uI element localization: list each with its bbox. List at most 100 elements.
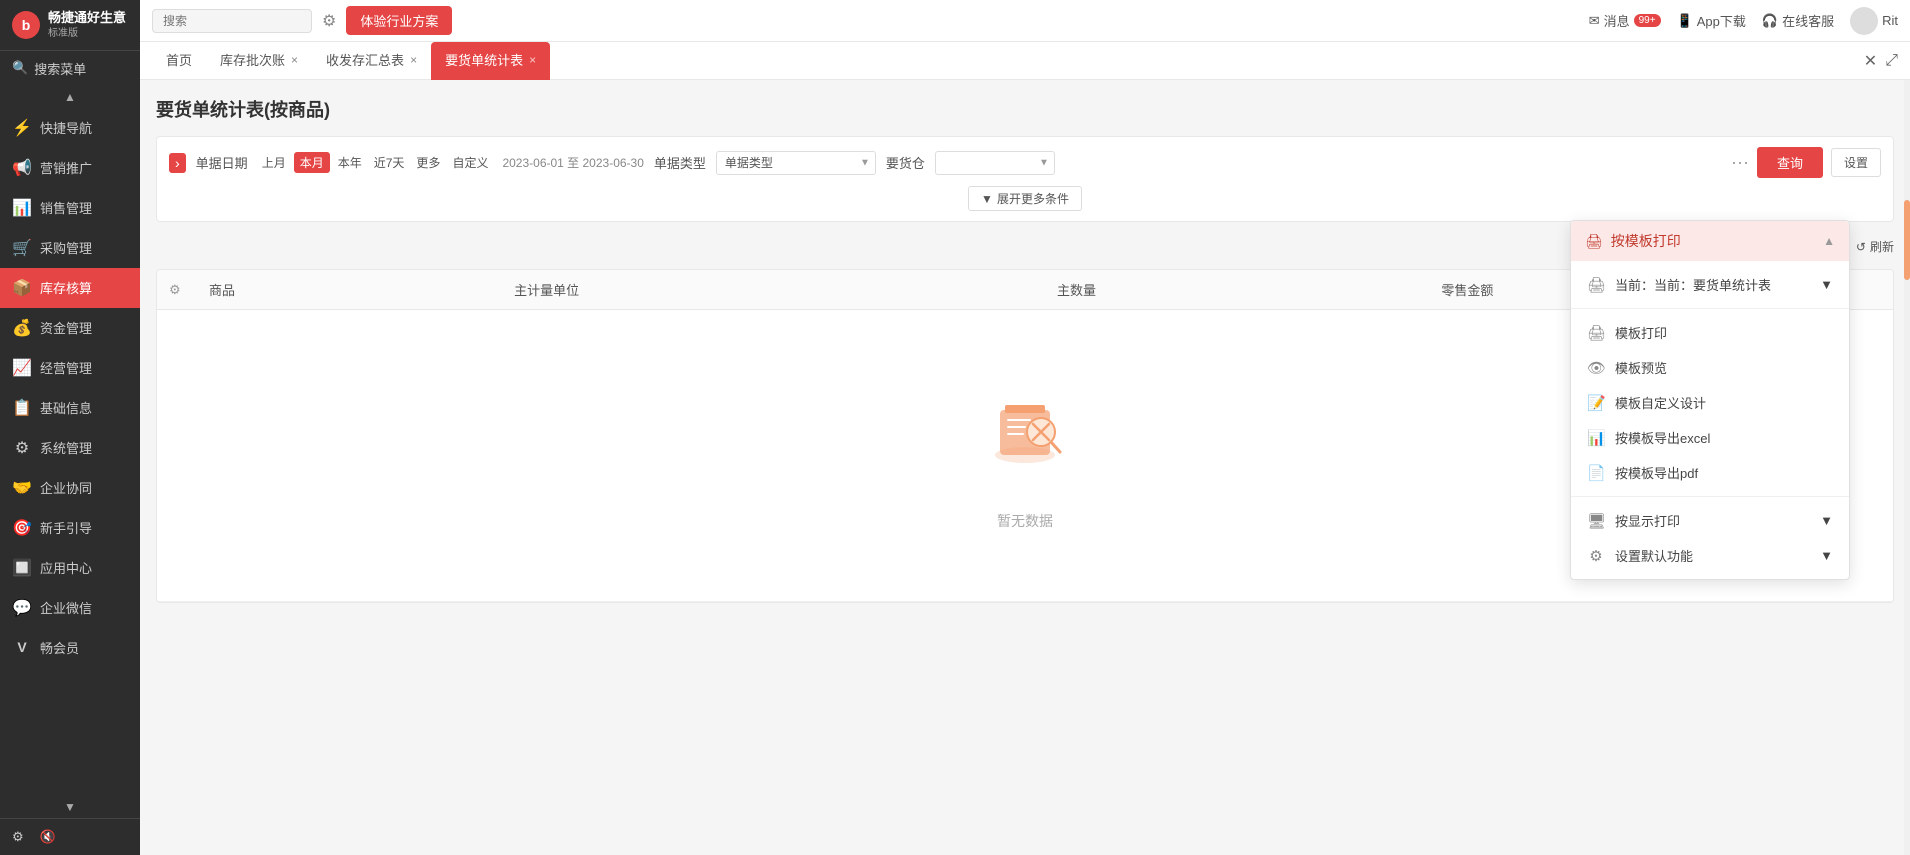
sidebar-bottom: ⚙ 🔇 xyxy=(0,818,140,855)
main-area: ⚙ 体验行业方案 ✉ 消息 99+ 📱 App下载 🎧 在线客服 Rit xyxy=(140,0,1910,855)
tab-receipt-summary-close[interactable]: × xyxy=(410,53,417,67)
page-title: 要货单统计表(按商品) xyxy=(156,96,1894,122)
set-default-label: 设置默认功能 xyxy=(1615,546,1693,565)
sidebar-item-operations[interactable]: 📈 经营管理 xyxy=(0,348,140,388)
purchase-icon: 🛒 xyxy=(12,238,32,258)
print-dropdown-icon: 🖨 xyxy=(1585,233,1603,250)
yh-select[interactable] xyxy=(935,151,1055,175)
scroll-up-btn[interactable]: ▲ xyxy=(0,86,140,108)
table-gear-icon[interactable]: ⚙ xyxy=(169,282,181,297)
tab-home[interactable]: 首页 xyxy=(152,42,206,80)
template-preview-icon: 👁 xyxy=(1587,359,1605,377)
sidebar-item-finance[interactable]: 💰 资金管理 xyxy=(0,308,140,348)
dropdown-template-print[interactable]: 🖨 模板打印 xyxy=(1571,315,1849,350)
expand-row: ▼ 展开更多条件 xyxy=(169,186,1881,211)
enterprise-wechat-icon: 💬 xyxy=(12,598,32,618)
sidebar-item-app-center[interactable]: 🔲 应用中心 xyxy=(0,548,140,588)
sidebar-item-sales[interactable]: 📊 销售管理 xyxy=(0,188,140,228)
app-download-btn[interactable]: 📱 App下载 xyxy=(1677,11,1746,30)
message-badge: 99+ xyxy=(1634,14,1661,27)
sidebar-item-quick-nav[interactable]: ⚡ 快捷导航 xyxy=(0,108,140,148)
search-menu[interactable]: 🔍 搜索菜单 xyxy=(0,51,140,86)
dropdown-export-pdf[interactable]: 📄 按模板导出pdf xyxy=(1571,455,1849,490)
tab-close-all-btn[interactable]: ✕ xyxy=(1864,51,1877,71)
date-btn-last-month[interactable]: 上月 xyxy=(258,152,290,173)
current-template-icon: 🖨 xyxy=(1587,276,1605,294)
display-print-arrow: ▼ xyxy=(1820,513,1833,528)
sidebar-item-system[interactable]: ⚙ 系统管理 xyxy=(0,428,140,468)
customer-service-icon: 🎧 xyxy=(1762,13,1778,29)
tabs-bar: 首页 库存批次账 × 收发存汇总表 × 要货单统计表 × ✕ ⤢ xyxy=(140,42,1910,80)
query-button[interactable]: 查询 xyxy=(1757,147,1823,178)
expand-more-icon: ▼ xyxy=(981,192,993,206)
order-type-select[interactable]: 单据类型 全部 要货单 xyxy=(716,151,876,175)
sidebar-item-label: 基础信息 xyxy=(40,398,92,417)
sidebar-item-purchase[interactable]: 🛒 采购管理 xyxy=(0,228,140,268)
expand-more-btn[interactable]: ▼ 展开更多条件 xyxy=(968,186,1082,211)
tab-inventory-batch-close[interactable]: × xyxy=(291,53,298,67)
col-product: 商品 xyxy=(197,270,502,310)
dropdown-template-preview[interactable]: 👁 模板预览 xyxy=(1571,350,1849,385)
settings-icon[interactable]: ⚙ xyxy=(12,829,24,845)
sidebar-item-marketing[interactable]: 📢 营销推广 xyxy=(0,148,140,188)
sidebar-item-basic-info[interactable]: 📋 基础信息 xyxy=(0,388,140,428)
sidebar-item-label: 新手引导 xyxy=(40,518,92,537)
page-content: 要货单统计表(按商品) › 单据日期 上月 本月 本年 近7天 更多 自定义 2… xyxy=(140,80,1910,855)
filter-arrow-icon[interactable]: › xyxy=(169,153,186,173)
refresh-btn[interactable]: ↺ 刷新 xyxy=(1856,238,1894,255)
date-btn-this-year[interactable]: 本年 xyxy=(334,152,366,173)
tab-order-stats-close[interactable]: × xyxy=(529,53,536,67)
app-logo-text: 畅捷通好生意 标准版 xyxy=(48,10,126,40)
date-btn-custom[interactable]: 自定义 xyxy=(448,152,492,173)
set-default-icon: ⚙ xyxy=(1587,547,1605,565)
scroll-down-btn[interactable]: ▼ xyxy=(0,796,140,818)
export-pdf-label: 按模板导出pdf xyxy=(1615,463,1698,482)
filter-row: › 单据日期 上月 本月 本年 近7天 更多 自定义 2023-06-01 至 … xyxy=(169,147,1881,178)
date-btn-more[interactable]: 更多 xyxy=(412,152,444,173)
topbar-gear-icon[interactable]: ⚙ xyxy=(322,11,336,31)
sidebar-item-label: 采购管理 xyxy=(40,238,92,257)
topbar-search-input[interactable] xyxy=(152,9,312,33)
filter-expand-toggle[interactable]: › xyxy=(169,153,186,173)
scroll-up-arrow[interactable]: ▲ xyxy=(64,90,76,104)
settings-button[interactable]: 设置 xyxy=(1831,148,1881,177)
tab-expand-btn[interactable]: ⤢ xyxy=(1885,52,1898,70)
trial-button[interactable]: 体验行业方案 xyxy=(346,6,452,35)
user-avatar-area[interactable]: Rit xyxy=(1850,7,1898,35)
yh-select-wrap xyxy=(935,151,1055,175)
app-logo-icon: b xyxy=(12,11,40,39)
tab-inventory-batch[interactable]: 库存批次账 × xyxy=(206,42,312,80)
message-btn[interactable]: ✉ 消息 99+ xyxy=(1589,11,1661,30)
finance-icon: 💰 xyxy=(12,318,32,338)
yh-filter-label: 要货仓 xyxy=(886,153,925,172)
tab-receipt-summary[interactable]: 收发存汇总表 × xyxy=(312,42,431,80)
app-title: 畅捷通好生意 xyxy=(48,10,126,27)
customer-service-label: 在线客服 xyxy=(1782,11,1834,30)
dropdown-current-template[interactable]: 🖨 当前：当前：要货单统计表 ▼ xyxy=(1571,267,1849,302)
more-options-icon[interactable]: ··· xyxy=(1731,152,1749,173)
dropdown-template-design[interactable]: 📝 模板自定义设计 xyxy=(1571,385,1849,420)
tab-order-stats[interactable]: 要货单统计表 × xyxy=(431,42,550,80)
customer-service-btn[interactable]: 🎧 在线客服 xyxy=(1762,11,1834,30)
refresh-icon: ↺ xyxy=(1856,240,1866,254)
sidebar-item-enterprise-wechat[interactable]: 💬 企业微信 xyxy=(0,588,140,628)
print-dropdown-chevron-up[interactable]: ▲ xyxy=(1823,234,1835,248)
mute-icon[interactable]: 🔇 xyxy=(40,829,56,845)
sidebar-item-collab[interactable]: 🤝 企业协同 xyxy=(0,468,140,508)
sidebar-item-member[interactable]: V 畅会员 xyxy=(0,628,140,667)
dropdown-export-excel[interactable]: 📊 按模板导出excel xyxy=(1571,420,1849,455)
scroll-down-arrow[interactable]: ▼ xyxy=(64,800,76,814)
right-scrollbar[interactable] xyxy=(1904,80,1910,855)
refresh-label: 刷新 xyxy=(1870,238,1894,255)
sidebar-item-label: 库存核算 xyxy=(40,278,92,297)
inventory-icon: 📦 xyxy=(12,278,32,298)
sidebar-item-guide[interactable]: 🎯 新手引导 xyxy=(0,508,140,548)
dropdown-display-print[interactable]: 🖥 按显示打印 ▼ xyxy=(1571,503,1849,538)
date-btn-this-month[interactable]: 本月 xyxy=(294,152,330,173)
dropdown-set-default[interactable]: ⚙ 设置默认功能 ▼ xyxy=(1571,538,1849,573)
date-btn-7days[interactable]: 近7天 xyxy=(370,152,409,173)
export-pdf-icon: 📄 xyxy=(1587,464,1605,482)
sidebar-item-inventory[interactable]: 📦 库存核算 xyxy=(0,268,140,308)
expand-more-label: 展开更多条件 xyxy=(997,190,1069,207)
scrollbar-thumb xyxy=(1904,200,1910,280)
